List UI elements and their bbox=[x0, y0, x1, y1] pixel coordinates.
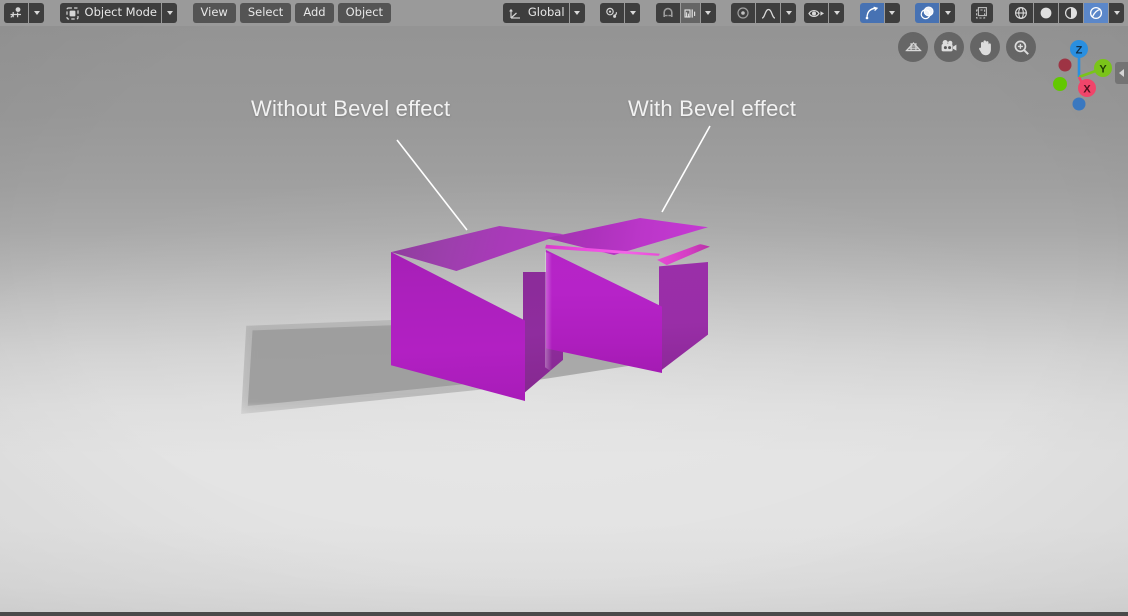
magnifier-zoom-icon bbox=[1014, 40, 1029, 55]
viewport-header: Object Mode View Select Add Object Globa… bbox=[0, 0, 1128, 26]
menu-object[interactable]: Object bbox=[337, 3, 392, 23]
annotation-leader-lines bbox=[396, 125, 711, 231]
window-bottom-edge bbox=[0, 612, 1128, 616]
magnet-glyph bbox=[663, 7, 673, 17]
pivot-point-icon[interactable] bbox=[600, 3, 625, 23]
overlays-chevron-icon[interactable] bbox=[940, 3, 956, 23]
material-preview-shading-icon bbox=[1064, 6, 1078, 20]
annotation-without-bevel: Without Bevel effect bbox=[251, 96, 451, 121]
pivot-point-glyph bbox=[606, 7, 618, 18]
viewport-nav-buttons bbox=[898, 32, 1036, 62]
shading-wireframe-button[interactable] bbox=[1009, 3, 1033, 23]
editor-type-selector[interactable] bbox=[4, 3, 44, 23]
hand-pan-icon bbox=[979, 39, 991, 55]
pivot-point-chevron-icon[interactable] bbox=[625, 3, 641, 23]
mode-chevron-icon[interactable] bbox=[162, 3, 177, 23]
gizmo-axis-y-negative[interactable] bbox=[1053, 77, 1067, 91]
nav-zoom-view-button[interactable] bbox=[1006, 32, 1036, 62]
shading-solid-button[interactable] bbox=[1034, 3, 1058, 23]
viewport-axis-gizmo[interactable]: Z Y X bbox=[1038, 34, 1120, 116]
menu-add-label: Add bbox=[303, 5, 326, 20]
leader-line-left bbox=[396, 139, 468, 231]
proportional-editing-icon[interactable] bbox=[731, 3, 756, 23]
annotation-with-bevel: With Bevel effect bbox=[628, 96, 797, 121]
blender-window: Object Mode View Select Add Object Globa… bbox=[0, 0, 1128, 616]
overlays-toggle-icon[interactable] bbox=[915, 3, 940, 23]
xray-toggle-icon[interactable] bbox=[970, 3, 994, 23]
nav-camera-view-button[interactable] bbox=[934, 32, 964, 62]
shading-material-preview-button[interactable] bbox=[1059, 3, 1083, 23]
gizmo-axis-z-negative[interactable] bbox=[1072, 97, 1086, 111]
menu-view-label: View bbox=[200, 5, 228, 20]
3d-viewport[interactable]: Without Bevel effect With Bevel effect Z… bbox=[0, 26, 1128, 616]
gizmo-axis-z-label: Z bbox=[1076, 44, 1083, 56]
nav-zoom-region-button[interactable] bbox=[898, 32, 928, 62]
snap-to-icon[interactable] bbox=[680, 3, 700, 23]
gizmo-axis-x-negative[interactable] bbox=[1058, 58, 1072, 72]
leader-line-right bbox=[661, 125, 711, 213]
transform-orientation-button[interactable]: Global bbox=[502, 3, 569, 23]
snap-increment-glyph bbox=[684, 8, 695, 18]
proportional-editing-controls[interactable] bbox=[731, 3, 797, 23]
gizmo-toggle-icon[interactable] bbox=[859, 3, 884, 23]
menu-select[interactable]: Select bbox=[239, 3, 292, 23]
editor-type-glyph bbox=[10, 7, 21, 18]
proportional-falloff-icon[interactable] bbox=[756, 3, 781, 23]
menu-bar: View Select Add Object bbox=[192, 3, 392, 23]
snapping-controls[interactable] bbox=[655, 3, 716, 23]
object-types-visibility-icon[interactable] bbox=[804, 3, 829, 23]
menu-view[interactable]: View bbox=[192, 3, 236, 23]
gizmo-toggle-group[interactable] bbox=[859, 3, 900, 23]
transform-orientation-selector[interactable]: Global bbox=[502, 3, 585, 23]
proportional-editing-glyph bbox=[737, 7, 749, 19]
overlays-toggle-group[interactable] bbox=[915, 3, 956, 23]
sidebar-open-tab[interactable] bbox=[1115, 62, 1128, 84]
menu-object-label: Object bbox=[345, 5, 384, 20]
orientation-axes-icon bbox=[509, 8, 520, 19]
camera-view-icon bbox=[941, 40, 957, 52]
nav-pan-view-button[interactable] bbox=[970, 32, 1000, 62]
transform-orientation-chevron-icon[interactable] bbox=[569, 3, 585, 23]
wireframe-shading-icon bbox=[1015, 7, 1027, 19]
object-types-visibility[interactable] bbox=[804, 3, 845, 23]
menu-add[interactable]: Add bbox=[295, 3, 334, 23]
gizmo-axis-x-label: X bbox=[1083, 83, 1091, 95]
editor-type-icon[interactable] bbox=[4, 3, 28, 23]
gizmo-chevron-icon[interactable] bbox=[884, 3, 900, 23]
mode-label: Object Mode bbox=[84, 5, 157, 20]
snap-chevron-icon[interactable] bbox=[700, 3, 716, 23]
editor-type-chevron-icon[interactable] bbox=[29, 3, 44, 23]
proportional-chevron-icon[interactable] bbox=[781, 3, 797, 23]
viewport-shading-modes[interactable] bbox=[1009, 3, 1124, 23]
shading-rendered-button[interactable] bbox=[1084, 3, 1108, 23]
transform-orientation-label: Global bbox=[527, 5, 565, 20]
gizmo-glyph bbox=[865, 6, 878, 20]
menu-select-label: Select bbox=[247, 5, 284, 20]
xray-glyph bbox=[976, 7, 988, 19]
smooth-falloff-curve-glyph bbox=[761, 8, 775, 19]
overlays-glyph bbox=[920, 6, 934, 20]
visibility-chevron-icon[interactable] bbox=[829, 3, 845, 23]
interaction-mode-selector[interactable]: Object Mode bbox=[59, 3, 177, 23]
visibility-glyph bbox=[807, 9, 824, 17]
mode-button[interactable]: Object Mode bbox=[59, 3, 161, 23]
snap-magnet-icon[interactable] bbox=[655, 3, 680, 23]
rendered-shading-icon bbox=[1089, 6, 1103, 20]
object-mode-icon bbox=[65, 6, 79, 20]
solid-shading-icon bbox=[1040, 7, 1052, 19]
gizmo-axis-y-label: Y bbox=[1099, 63, 1107, 75]
zoom-region-icon bbox=[904, 41, 922, 51]
pivot-point-selector[interactable] bbox=[600, 3, 641, 23]
shading-chevron-icon[interactable] bbox=[1109, 3, 1124, 23]
